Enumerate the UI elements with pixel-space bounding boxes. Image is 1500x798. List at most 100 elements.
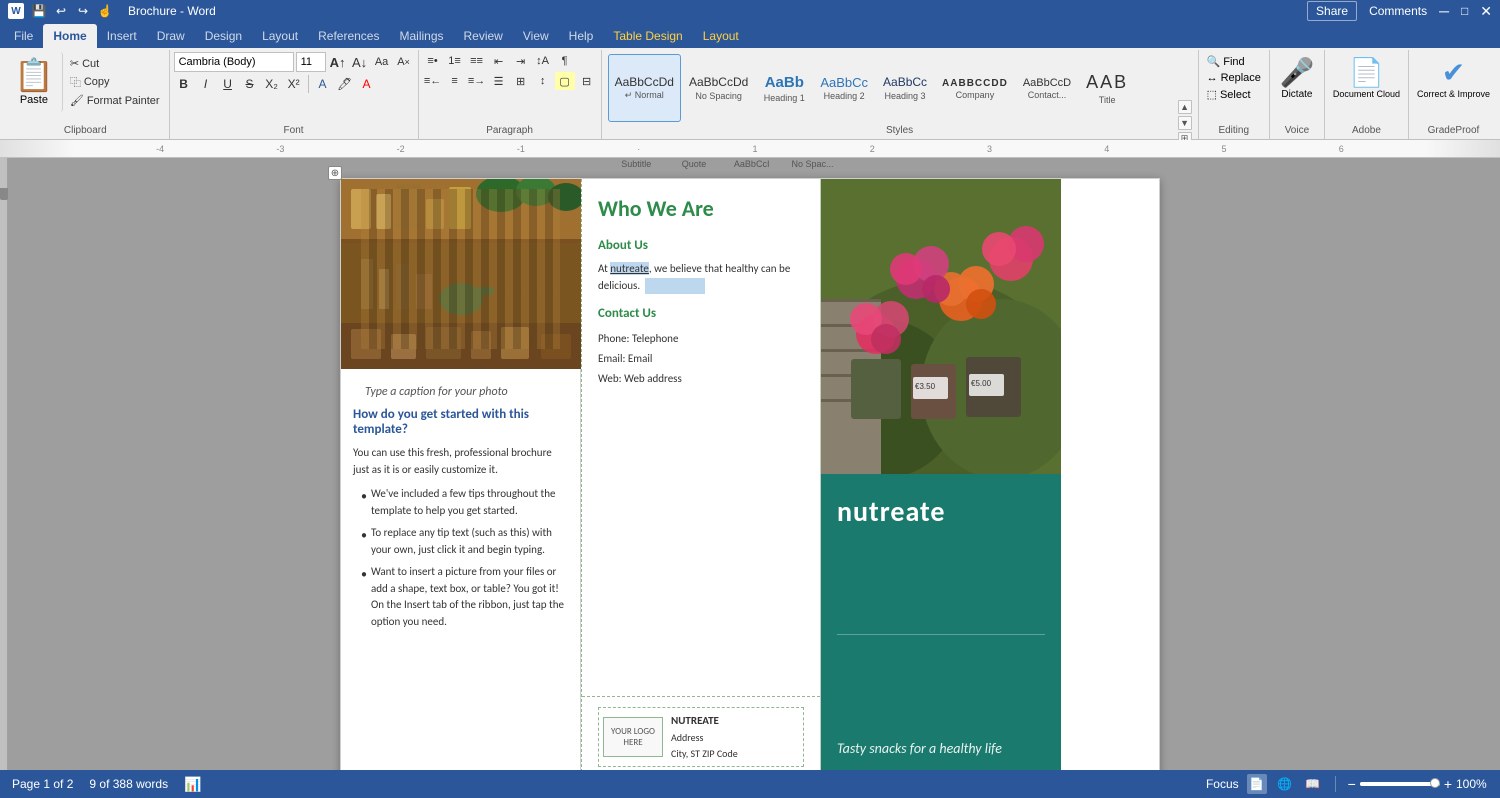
gradeproof-button[interactable]: ✔ Correct & Improve <box>1413 52 1494 103</box>
cut-button[interactable]: ✂ Cut <box>67 56 163 71</box>
format-painter-button[interactable]: 🖌 Format Painter <box>67 93 163 108</box>
tab-tabledesign[interactable]: Table Design <box>603 24 692 48</box>
brand-tagline[interactable]: Tasty snacks for a healthy life <box>837 740 1045 757</box>
justify-btn[interactable]: ☰ <box>489 72 509 90</box>
column-btn[interactable]: ⊞ <box>511 72 531 90</box>
contact-phone[interactable]: Phone: Telephone <box>598 329 804 349</box>
style-normal[interactable]: AaBbCcDd ↵ Normal <box>608 54 681 122</box>
zoom-out-btn[interactable]: − <box>1348 776 1356 792</box>
tab-home[interactable]: Home <box>43 24 96 48</box>
undo-qa-btn[interactable]: ↩ <box>52 2 70 20</box>
company-city[interactable]: City, ST ZIP Code <box>671 746 738 762</box>
underline-button[interactable]: U <box>218 74 238 94</box>
align-right-btn[interactable]: ≡→ <box>467 72 487 90</box>
bullets-btn[interactable]: ≡• <box>423 52 443 70</box>
copy-button[interactable]: ⿻ Copy <box>67 73 163 91</box>
style-heading3[interactable]: AaBbCc Heading 3 <box>876 54 934 122</box>
style-no-spacing[interactable]: AaBbCcDd No Spacing <box>682 54 755 122</box>
col1-question[interactable]: How do you get started with this templat… <box>353 407 568 437</box>
strikethrough-button[interactable]: S <box>240 74 260 94</box>
style-title[interactable]: AAB Title <box>1079 54 1135 122</box>
align-center-btn[interactable]: ≡ <box>445 72 465 90</box>
paste-button[interactable]: 📋 Paste <box>6 52 63 112</box>
read-mode-view-btn[interactable]: 📖 <box>1303 774 1323 794</box>
print-layout-view-btn[interactable]: 📄 <box>1247 774 1267 794</box>
text-highlight-button[interactable]: 🖊 <box>335 74 355 94</box>
font-name-input[interactable] <box>174 52 294 72</box>
about-nutreate[interactable]: nutreate <box>610 262 649 275</box>
text-effects-button[interactable]: A <box>313 74 333 94</box>
tab-draw[interactable]: Draw <box>147 24 195 48</box>
close-btn[interactable]: ✕ <box>1480 3 1492 20</box>
numbering-btn[interactable]: 1≡ <box>445 52 465 70</box>
minimize-btn[interactable]: ─ <box>1439 3 1449 19</box>
tab-mailings[interactable]: Mailings <box>389 24 453 48</box>
italic-button[interactable]: I <box>196 74 216 94</box>
style-company[interactable]: AABBCCDD Company <box>935 54 1015 122</box>
tab-insert[interactable]: Insert <box>97 24 147 48</box>
contact-email[interactable]: Email: Email <box>598 349 804 369</box>
style-heading2[interactable]: AaBbCc Heading 2 <box>813 54 875 122</box>
table-move-handle[interactable]: ⊕ <box>328 166 342 180</box>
maximize-btn[interactable]: □ <box>1461 4 1468 18</box>
borders-btn[interactable]: ⊟ <box>577 72 597 90</box>
word-count[interactable]: 9 of 388 words <box>89 777 168 791</box>
tab-help[interactable]: Help <box>559 24 604 48</box>
company-address[interactable]: Address <box>671 730 738 746</box>
tab-file[interactable]: File <box>4 24 43 48</box>
focus-label[interactable]: Focus <box>1206 777 1239 791</box>
brand-name[interactable]: nutreate <box>837 494 1045 529</box>
shading-btn[interactable]: ▢ <box>555 72 575 90</box>
font-color-button[interactable]: A <box>357 74 377 94</box>
redo-qa-btn[interactable]: ↪ <box>74 2 92 20</box>
find-button[interactable]: 🔍 Find <box>1205 54 1263 69</box>
style-heading1[interactable]: AaBb Heading 1 <box>756 54 812 122</box>
style-contact[interactable]: AaBbCcD Contact... <box>1016 54 1078 122</box>
comments-btn[interactable]: Comments <box>1369 4 1427 18</box>
tab-design[interactable]: Design <box>195 24 252 48</box>
proofing-icon[interactable]: 📊 <box>184 776 201 793</box>
adobe-button[interactable]: 📄 Document Cloud <box>1329 52 1404 103</box>
styles-scroll-up[interactable]: ▲ <box>1178 100 1192 114</box>
multilevel-btn[interactable]: ≡≡ <box>467 52 487 70</box>
col2-title[interactable]: Who We Are <box>598 195 804 222</box>
zoom-level[interactable]: 100% <box>1456 777 1488 791</box>
show-formatting-btn[interactable]: ¶ <box>555 52 575 70</box>
zoom-slider[interactable] <box>1360 782 1440 786</box>
tab-layout[interactable]: Layout <box>252 24 308 48</box>
touch-qa-btn[interactable]: ☝ <box>96 2 114 20</box>
tab-view[interactable]: View <box>513 24 559 48</box>
clear-format-btn[interactable]: A× <box>394 53 414 71</box>
company-name[interactable]: NUTREATE <box>671 712 738 730</box>
decrease-indent-btn[interactable]: ⇤ <box>489 52 509 70</box>
col1-body-text[interactable]: You can use this fresh, professional bro… <box>353 445 568 478</box>
align-left-btn[interactable]: ≡← <box>423 72 443 90</box>
superscript-button[interactable]: X² <box>284 74 304 94</box>
contact-web[interactable]: Web: Web address <box>598 369 804 389</box>
zoom-in-btn[interactable]: + <box>1444 776 1452 792</box>
web-layout-view-btn[interactable]: 🌐 <box>1275 774 1295 794</box>
increase-font-btn[interactable]: A↑ <box>328 53 348 71</box>
document-page[interactable]: ⊕ <box>340 178 1160 770</box>
save-qa-btn[interactable]: 💾 <box>30 2 48 20</box>
bold-button[interactable]: B <box>174 74 194 94</box>
document-area[interactable]: ⊕ <box>0 158 1500 770</box>
change-case-btn[interactable]: Aa <box>372 53 392 71</box>
tab-tablelayout[interactable]: Layout <box>693 24 749 48</box>
share-btn[interactable]: Share <box>1307 1 1357 21</box>
subscript-button[interactable]: X₂ <box>262 74 282 94</box>
font-size-input[interactable] <box>296 52 326 72</box>
page-info[interactable]: Page 1 of 2 <box>12 777 73 791</box>
select-button[interactable]: ⬚ Select <box>1205 87 1263 102</box>
dictate-button[interactable]: 🎤 Dictate <box>1275 52 1318 104</box>
line-spacing-btn[interactable]: ↕ <box>533 72 553 90</box>
tab-review[interactable]: Review <box>454 24 513 48</box>
tab-references[interactable]: References <box>308 24 389 48</box>
replace-button[interactable]: ↔ Replace <box>1205 71 1263 85</box>
contact-us-title[interactable]: Contact Us <box>598 306 804 321</box>
photo-caption[interactable]: Type a caption for your photo <box>353 377 568 407</box>
logo-box[interactable]: YOUR LOGO HERE <box>603 717 663 757</box>
decrease-font-btn[interactable]: A↓ <box>350 53 370 71</box>
increase-indent-btn[interactable]: ⇥ <box>511 52 531 70</box>
about-us-title[interactable]: About Us <box>598 238 804 253</box>
